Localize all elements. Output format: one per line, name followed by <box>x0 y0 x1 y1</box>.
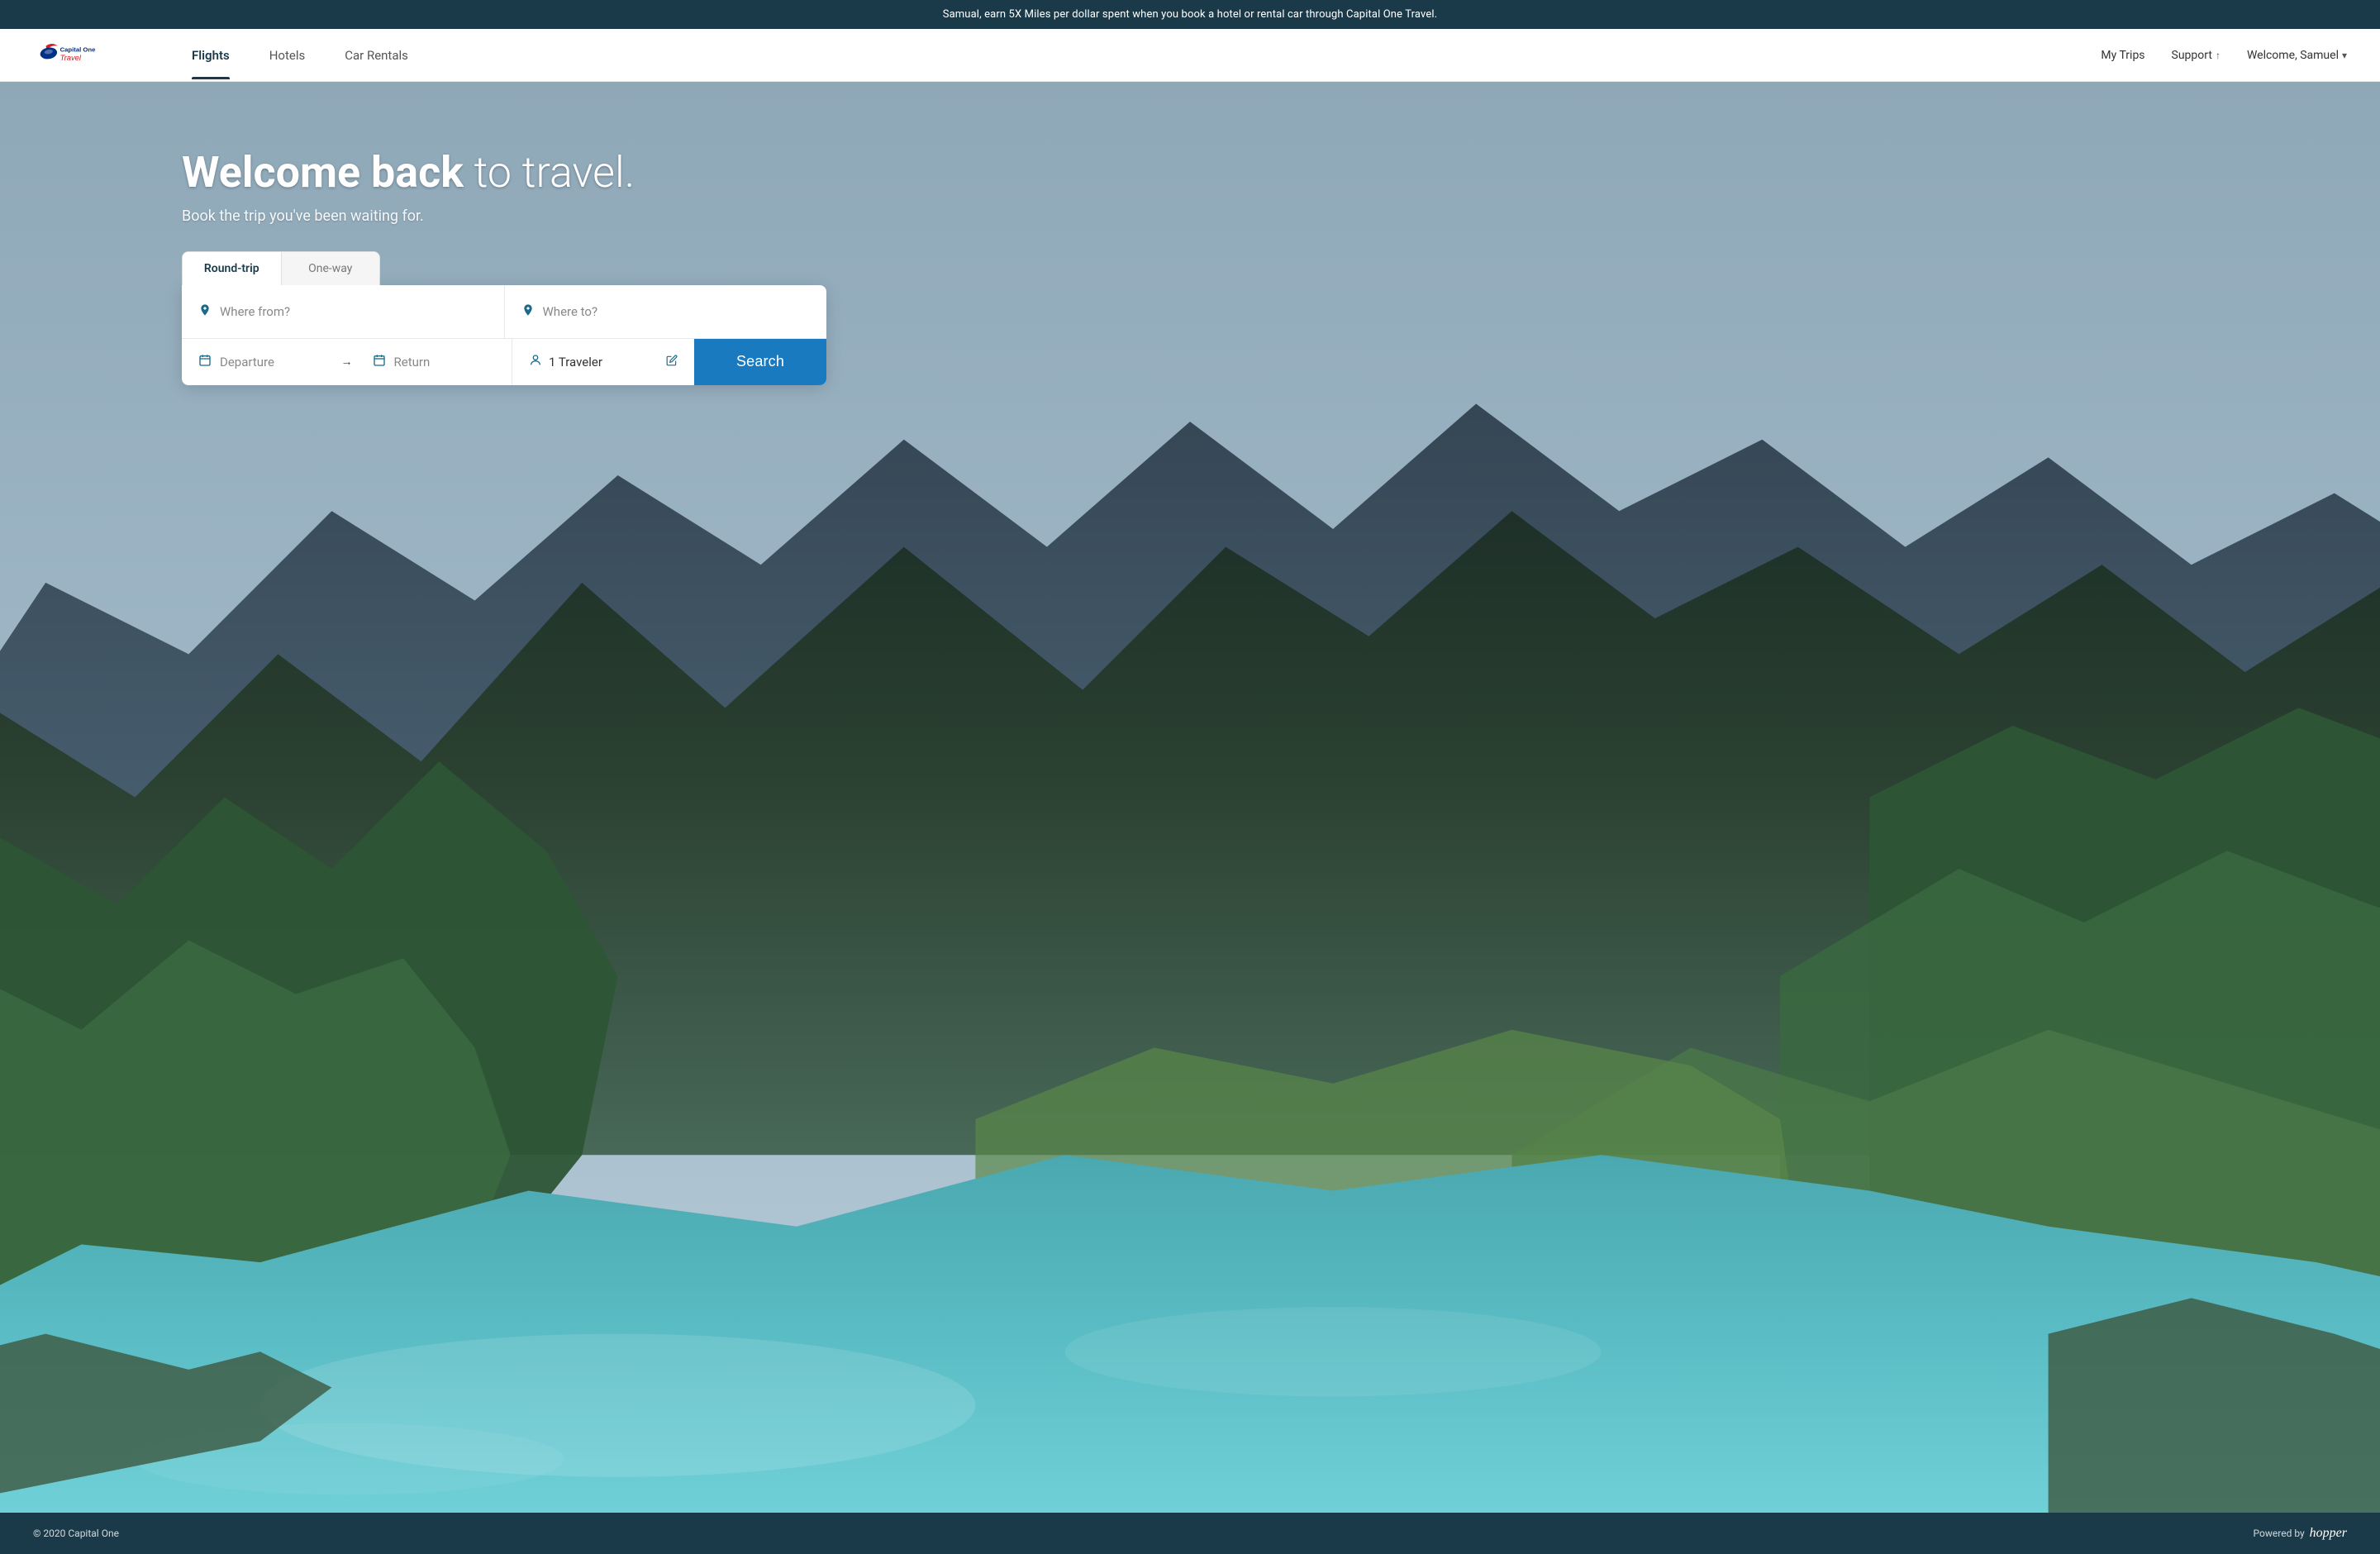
trip-type-tabs: Round-trip One-way <box>182 251 380 285</box>
hopper-logo: hopper <box>2310 1526 2347 1541</box>
where-to-placeholder: Where to? <box>543 304 598 319</box>
where-from-field[interactable]: Where from? <box>182 285 505 338</box>
logo[interactable]: Capital One Travel <box>33 41 132 70</box>
search-card: Round-trip One-way Where from? <box>182 251 826 385</box>
tab-round-trip[interactable]: Round-trip <box>183 252 281 285</box>
return-calendar-icon <box>373 354 386 370</box>
nav-my-trips[interactable]: My Trips <box>2101 49 2144 62</box>
hero-subtitle: Book the trip you've been waiting for. <box>182 207 992 225</box>
powered-by-hopper: Powered by hopper <box>2254 1526 2347 1541</box>
traveler-label: 1 Traveler <box>549 355 602 369</box>
support-arrow-icon: ↑ <box>2216 50 2221 61</box>
location-row: Where from? Where to? <box>182 285 826 339</box>
hero-section: Welcome back to travel. Book the trip yo… <box>0 82 2380 1513</box>
promo-text: Samual, earn 5X Miles per dollar spent w… <box>943 8 1438 21</box>
promo-banner: Samual, earn 5X Miles per dollar spent w… <box>0 0 2380 29</box>
user-dropdown-icon: ▾ <box>2342 50 2347 61</box>
search-button[interactable]: Search <box>694 339 826 385</box>
nav-support[interactable]: Support ↑ <box>2172 49 2221 62</box>
powered-by-text: Powered by <box>2254 1528 2305 1539</box>
nav-welcome-user[interactable]: Welcome, Samuel ▾ <box>2247 49 2347 62</box>
hero-content: Welcome back to travel. Book the trip yo… <box>0 82 992 385</box>
location-to-icon <box>521 303 535 320</box>
footer: © 2020 Capital One Powered by hopper <box>0 1513 2380 1554</box>
nav-link-flights[interactable]: Flights <box>172 31 250 79</box>
nav-links: Flights Hotels Car Rentals <box>172 31 2101 79</box>
search-form: Where from? Where to? <box>182 285 826 385</box>
location-from-icon <box>198 303 212 320</box>
where-from-placeholder: Where from? <box>220 304 290 319</box>
where-to-field[interactable]: Where to? <box>505 285 827 338</box>
return-field[interactable]: Return <box>356 339 512 385</box>
hero-title: Welcome back to travel. <box>182 148 992 198</box>
departure-calendar-icon <box>198 354 212 370</box>
tab-one-way[interactable]: One-way <box>282 252 380 285</box>
departure-field[interactable]: Departure <box>182 339 338 385</box>
nav-link-car-rentals[interactable]: Car Rentals <box>325 31 428 79</box>
traveler-person-icon <box>529 354 542 370</box>
edit-traveler-icon[interactable] <box>666 355 678 369</box>
date-group: Departure → <box>182 339 512 385</box>
nav-right: My Trips Support ↑ Welcome, Samuel ▾ <box>2101 49 2347 62</box>
nav-link-hotels[interactable]: Hotels <box>250 31 326 79</box>
departure-placeholder: Departure <box>220 355 274 369</box>
date-arrow-icon: → <box>338 355 356 369</box>
copyright: © 2020 Capital One <box>33 1528 119 1539</box>
navbar: Capital One Travel Flights Hotels Car Re… <box>0 29 2380 82</box>
dates-traveler-row: Departure → <box>182 339 826 385</box>
svg-text:Travel: Travel <box>60 53 82 62</box>
traveler-field[interactable]: 1 Traveler <box>512 339 694 385</box>
return-placeholder: Return <box>394 355 431 369</box>
